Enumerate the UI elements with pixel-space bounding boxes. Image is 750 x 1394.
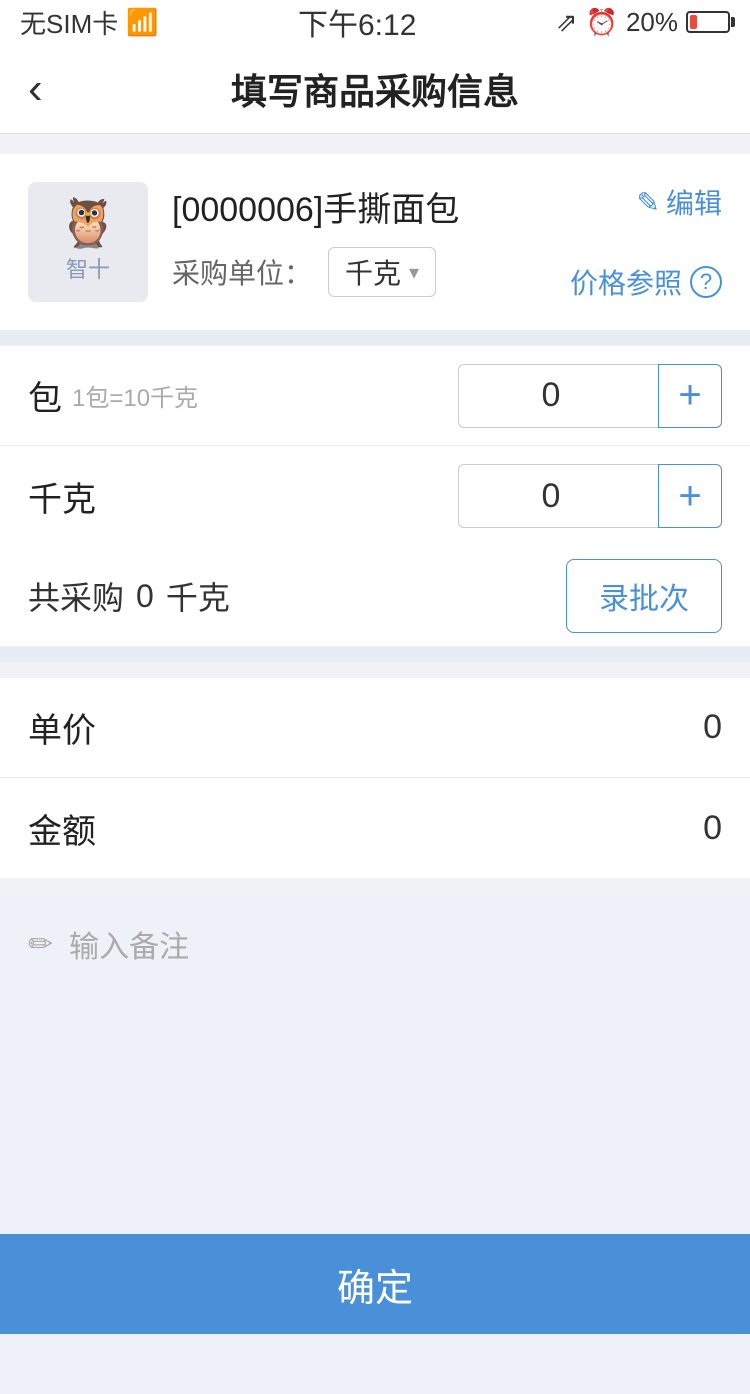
product-unit-select[interactable]: 千克 ▾ xyxy=(328,247,436,297)
product-image: 🦉 智十 xyxy=(28,182,148,302)
edit-label: 编辑 xyxy=(666,182,722,222)
content-spacer xyxy=(0,994,750,1394)
total-value: 0 xyxy=(136,578,154,615)
edit-button[interactable]: ✎ 编辑 xyxy=(637,182,722,222)
bao-label: 包 xyxy=(28,371,62,420)
total-unit: 千克 xyxy=(166,573,230,619)
record-batch-button[interactable]: 录批次 xyxy=(566,559,722,633)
battery-percent: 20% xyxy=(626,7,678,38)
pencil-icon: ✏ xyxy=(28,927,53,962)
price-ref-help-icon: ? xyxy=(690,266,722,298)
price-ref-label: 价格参照 xyxy=(570,262,682,302)
unit-price-row: 单价 0 xyxy=(0,678,750,778)
quantity-input-section: 包 1包=10千克 + 千克 + xyxy=(0,346,750,546)
price-section: 单价 0 金额 0 xyxy=(0,678,750,878)
chevron-down-icon: ▾ xyxy=(409,260,419,285)
confirm-bar[interactable]: 确定 xyxy=(0,1234,750,1334)
location-icon: ⇗ xyxy=(556,7,578,38)
battery-icon xyxy=(686,11,730,33)
edit-icon: ✎ xyxy=(637,186,660,219)
nav-bar: ‹ 填写商品采购信息 xyxy=(0,44,750,134)
kg-label: 千克 xyxy=(28,472,96,521)
total-section: 共采购 0 千克 录批次 xyxy=(0,546,750,646)
total-label: 共采购 xyxy=(28,573,124,619)
product-card: 🦉 智十 [0000006]手撕面包 采购单位： 千克 ▾ ✎ 编辑 价格参照 … xyxy=(0,154,750,330)
price-reference-button[interactable]: 价格参照 ? xyxy=(570,262,722,302)
amount-label: 金额 xyxy=(28,804,96,853)
battery-fill xyxy=(690,15,697,29)
status-bar: 无SIM卡 📶 下午6:12 ⇗ ⏰ 20% xyxy=(0,0,750,44)
product-image-icon: 🦉 xyxy=(58,200,118,248)
product-image-label: 智十 xyxy=(66,252,110,284)
remark-placeholder: 输入备注 xyxy=(69,922,189,966)
kg-quantity-input[interactable] xyxy=(458,464,658,528)
kg-input-row: 千克 + xyxy=(0,446,750,546)
status-carrier-area: 无SIM卡 📶 xyxy=(20,4,159,41)
status-right-area: ⇗ ⏰ 20% xyxy=(556,7,730,38)
alarm-icon: ⏰ xyxy=(586,7,618,38)
section-divider-1 xyxy=(0,330,750,346)
bao-input-row: 包 1包=10千克 + xyxy=(0,346,750,446)
confirm-button-label: 确定 xyxy=(337,1257,413,1312)
amount-value: 0 xyxy=(703,809,722,848)
unit-price-label: 单价 xyxy=(28,703,96,752)
carrier-text: 无SIM卡 xyxy=(20,4,118,41)
bao-sublabel: 1包=10千克 xyxy=(72,378,198,413)
bao-plus-button[interactable]: + xyxy=(658,364,722,428)
bao-quantity-input[interactable] xyxy=(458,364,658,428)
wifi-icon: 📶 xyxy=(126,7,158,38)
product-unit-label: 采购单位： xyxy=(172,252,312,292)
amount-row: 金额 0 xyxy=(0,778,750,878)
status-time: 下午6:12 xyxy=(298,0,416,44)
back-button[interactable]: ‹ xyxy=(28,67,43,111)
bao-input-right: + xyxy=(458,364,722,428)
remark-section[interactable]: ✏ 输入备注 xyxy=(0,894,750,994)
kg-plus-button[interactable]: + xyxy=(658,464,722,528)
unit-price-value: 0 xyxy=(703,708,722,747)
unit-value: 千克 xyxy=(345,252,401,292)
section-divider-2 xyxy=(0,646,750,662)
kg-input-right: + xyxy=(458,464,722,528)
page-title: 填写商品采购信息 xyxy=(231,63,519,115)
